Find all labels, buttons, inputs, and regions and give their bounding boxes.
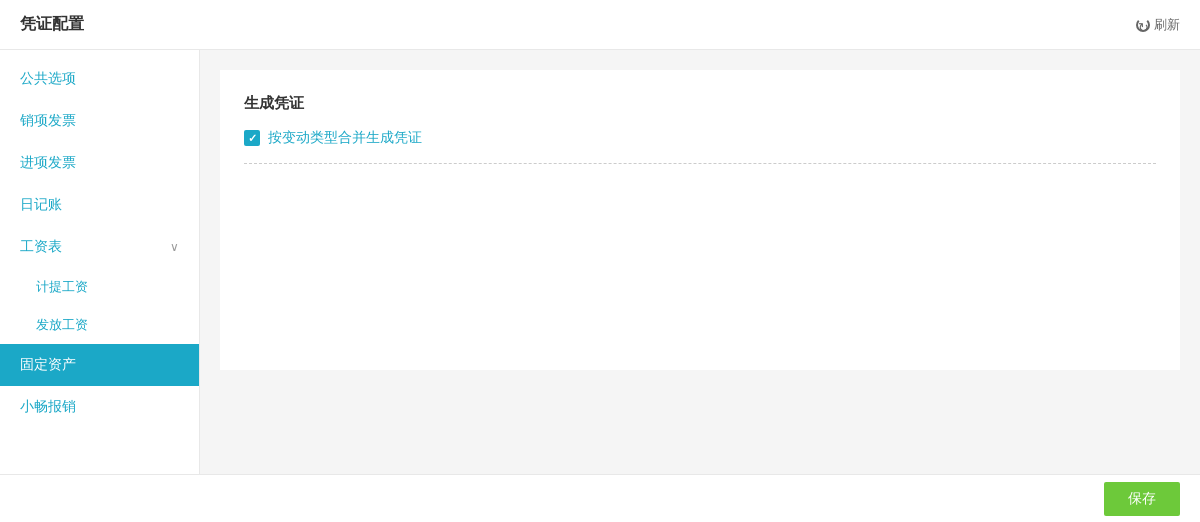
sidebar-item-payroll[interactable]: 工资表 ∨: [0, 226, 199, 268]
divider: [244, 163, 1156, 164]
content-card: 生成凭证 ✓ 按变动类型合并生成凭证: [220, 70, 1180, 370]
refresh-label: 刷新: [1154, 16, 1180, 34]
checkmark-icon: ✓: [248, 132, 257, 145]
header: 凭证配置 ↻ 刷新: [0, 0, 1200, 50]
refresh-button[interactable]: ↻ 刷新: [1136, 16, 1180, 34]
sidebar-item-label: 公共选项: [20, 70, 76, 88]
page-wrapper: 凭证配置 ↻ 刷新 公共选项 销项发票 进项发票 日记账 工资表 ∨: [0, 0, 1200, 522]
sidebar-item-fixed-assets[interactable]: 固定资产: [0, 344, 199, 386]
sidebar-item-label: 日记账: [20, 196, 62, 214]
merge-checkbox[interactable]: ✓: [244, 130, 260, 146]
sidebar-item-accrual-salary[interactable]: 计提工资: [0, 268, 199, 306]
body: 公共选项 销项发票 进项发票 日记账 工资表 ∨ 计提工资 发放工资 固定资: [0, 50, 1200, 474]
sidebar-item-journal[interactable]: 日记账: [0, 184, 199, 226]
sidebar-item-expense-claim[interactable]: 小畅报销: [0, 386, 199, 428]
chevron-down-icon: ∨: [170, 240, 179, 254]
save-button[interactable]: 保存: [1104, 482, 1180, 516]
sidebar-sub-item-label: 计提工资: [36, 279, 88, 294]
sidebar: 公共选项 销项发票 进项发票 日记账 工资表 ∨ 计提工资 发放工资 固定资: [0, 50, 200, 474]
sidebar-item-label: 工资表: [20, 238, 62, 256]
footer: 保存: [0, 474, 1200, 522]
checkbox-label[interactable]: 按变动类型合并生成凭证: [268, 129, 422, 147]
sidebar-item-distribute-salary[interactable]: 发放工资: [0, 306, 199, 344]
sidebar-item-label: 进项发票: [20, 154, 76, 172]
sidebar-sub-item-label: 发放工资: [36, 317, 88, 332]
sidebar-item-label: 小畅报销: [20, 398, 76, 416]
sidebar-item-purchase-invoice[interactable]: 进项发票: [0, 142, 199, 184]
sidebar-item-public-options[interactable]: 公共选项: [0, 58, 199, 100]
page-title: 凭证配置: [20, 14, 84, 35]
sidebar-item-sales-invoice[interactable]: 销项发票: [0, 100, 199, 142]
section-title: 生成凭证: [244, 94, 1156, 113]
checkbox-row: ✓ 按变动类型合并生成凭证: [244, 129, 1156, 147]
sidebar-item-label: 固定资产: [20, 356, 76, 374]
sidebar-item-label: 销项发票: [20, 112, 76, 130]
refresh-icon: ↻: [1136, 18, 1150, 32]
main-content: 生成凭证 ✓ 按变动类型合并生成凭证: [200, 50, 1200, 474]
